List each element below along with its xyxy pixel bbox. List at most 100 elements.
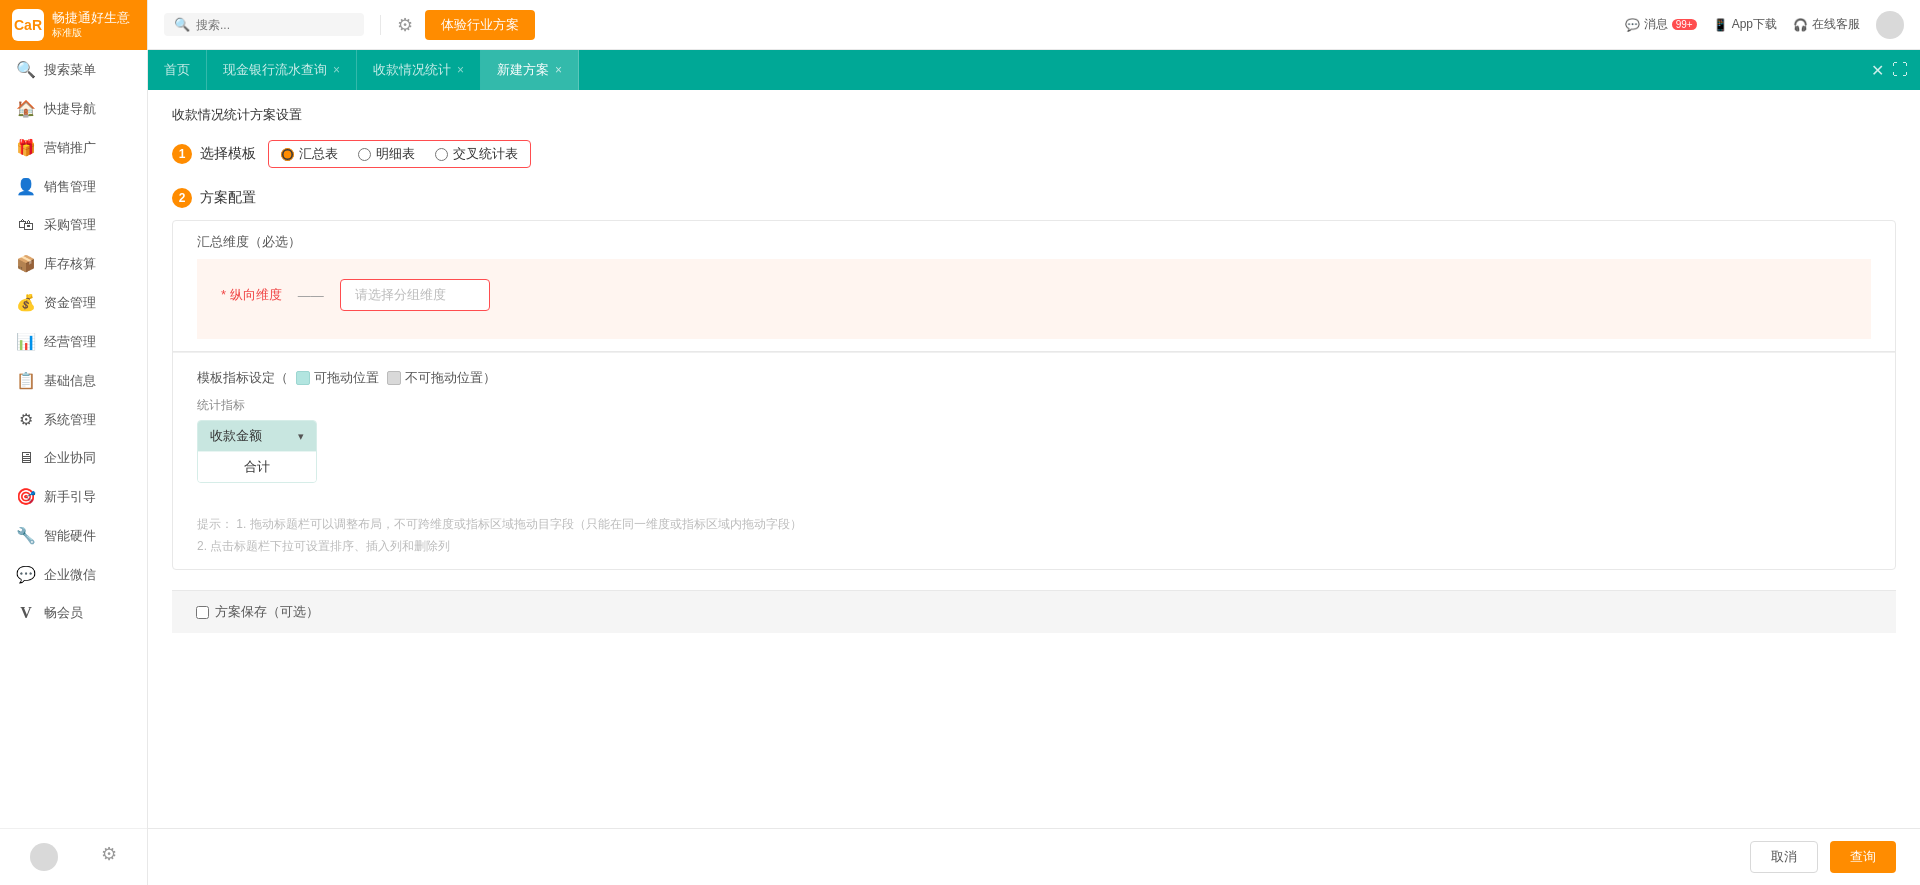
wechat-icon: 💬 (16, 565, 36, 584)
page-title: 收款情况统计方案设置 (172, 106, 1896, 124)
purchase-icon: 🛍 (16, 216, 36, 234)
section1-title: 选择模板 (200, 145, 256, 163)
radio-detail[interactable]: 明细表 (358, 145, 415, 163)
list-icon: 📋 (16, 371, 36, 390)
section1-num: 1 (172, 144, 192, 164)
sidebar-item-quicknav[interactable]: 🏠 快捷导航 (0, 89, 147, 128)
tip1: 提示： 1. 拖动标题栏可以调整布局，不可跨维度或指标区域拖动目字段（只能在同一… (197, 514, 1871, 536)
radio-cross-input[interactable] (435, 148, 448, 161)
search-input[interactable] (196, 18, 336, 32)
tab-new-plan[interactable]: 新建方案 × (481, 50, 579, 90)
cancel-button[interactable]: 取消 (1750, 841, 1818, 873)
topbar: 🔍 ⚙ 体验行业方案 💬 消息 99+ 📱 App下载 🎧 在线客服 (148, 0, 1920, 50)
sidebar-item-sales[interactable]: 👤 销售管理 (0, 167, 147, 206)
guide-icon: 🎯 (16, 487, 36, 506)
topbar-right: 💬 消息 99+ 📱 App下载 🎧 在线客服 (1625, 11, 1904, 39)
draggable-legend-box (296, 371, 310, 385)
save-plan-checkbox[interactable]: 方案保存（可选） (196, 603, 319, 621)
sidebar-settings[interactable]: ⚙ (101, 843, 117, 871)
tabbar: 首页 现金银行流水查询 × 收款情况统计 × 新建方案 × ✕ ⛶ (148, 50, 1920, 90)
dimension-selector[interactable]: 请选择分组维度 (340, 279, 490, 311)
save-plan-input[interactable] (196, 606, 209, 619)
section2-title: 方案配置 (200, 189, 256, 207)
sidebar-item-guide[interactable]: 🎯 新手引导 (0, 477, 147, 516)
maximize-icon[interactable]: ⛶ (1892, 61, 1908, 79)
query-button[interactable]: 查询 (1830, 841, 1896, 873)
sidebar-item-purchase[interactable]: 🛍 采购管理 (0, 206, 147, 244)
tab-receipt-stats[interactable]: 收款情况统计 × (357, 50, 481, 90)
tip2: 2. 点击标题栏下拉可设置排序、插入列和删除列 (197, 536, 1871, 558)
stat-table-header[interactable]: 收款金额 ▾ (198, 421, 316, 451)
headset-icon: 🎧 (1793, 18, 1808, 32)
close-tab-receipt-icon[interactable]: × (457, 63, 464, 77)
stat-label: 统计指标 (197, 397, 1871, 414)
user-icon: 👤 (16, 177, 36, 196)
hardware-icon: 🔧 (16, 526, 36, 545)
sidebar-item-inventory[interactable]: 📦 库存核算 (0, 244, 147, 283)
dimension-row-label: * 纵向维度 (221, 286, 282, 304)
legend-non-draggable: 不可拖动位置） (387, 369, 496, 387)
message-badge: 99+ (1672, 19, 1697, 30)
sidebar-item-search[interactable]: 🔍 搜索菜单 (0, 50, 147, 89)
messages-item[interactable]: 💬 消息 99+ (1625, 16, 1697, 33)
indicator-section: 模板指标设定（ 可拖动位置 不可拖动位置） (173, 352, 1895, 502)
gear-icon: ⚙ (16, 410, 36, 429)
sidebar-item-hardware[interactable]: 🔧 智能硬件 (0, 516, 147, 555)
radio-detail-input[interactable] (358, 148, 371, 161)
sidebar-logo: CaR 畅捷通好生意 标准版 (0, 0, 147, 50)
tabbar-spacer (579, 50, 1859, 90)
footer-section: 方案保存（可选） (172, 590, 1896, 633)
gift-icon: 🎁 (16, 138, 36, 157)
sidebar-item-marketing[interactable]: 🎁 营销推广 (0, 128, 147, 167)
box-icon: 📦 (16, 254, 36, 273)
minimize-icon[interactable]: ✕ (1871, 61, 1884, 80)
page-content: 收款情况统计方案设置 1 选择模板 汇总表 明细表 (148, 90, 1920, 828)
search-box[interactable]: 🔍 (164, 13, 364, 36)
member-icon: V (16, 604, 36, 622)
radio-summary[interactable]: 汇总表 (281, 145, 338, 163)
sidebar-item-finance[interactable]: 💰 资金管理 (0, 283, 147, 322)
section1-header: 1 选择模板 汇总表 明细表 交叉统计表 (172, 140, 1896, 168)
stat-area: 统计指标 收款金额 ▾ 合计 (197, 397, 1871, 486)
sidebar-user-avatar[interactable] (30, 843, 58, 871)
sidebar-item-wechat[interactable]: 💬 企业微信 (0, 555, 147, 594)
app-logo-icon: CaR (12, 9, 44, 41)
topbar-divider (380, 15, 381, 35)
window-controls: ✕ ⛶ (1859, 50, 1920, 90)
home-icon: 🏠 (16, 99, 36, 118)
dimension-row: * 纵向维度 —— 请选择分组维度 (221, 279, 1847, 311)
trial-industry-button[interactable]: 体验行业方案 (425, 10, 535, 40)
chevron-down-icon: ▾ (298, 430, 304, 443)
sidebar-item-member[interactable]: V 畅会员 (0, 594, 147, 632)
settings-gear-icon[interactable]: ⚙ (397, 14, 413, 36)
dimension-box: * 纵向维度 —— 请选择分组维度 (197, 259, 1871, 339)
sidebar-item-basics[interactable]: 📋 基础信息 (0, 361, 147, 400)
money-icon: 💰 (16, 293, 36, 312)
section-template: 1 选择模板 汇总表 明细表 交叉统计表 (172, 140, 1896, 168)
sidebar-bottom: ⚙ (0, 828, 147, 885)
legend-draggable: 可拖动位置 (296, 369, 379, 387)
section2-header: 2 方案配置 (172, 188, 1896, 208)
search-nav-icon: 🔍 (16, 60, 36, 79)
online-service-item[interactable]: 🎧 在线客服 (1793, 16, 1860, 33)
search-icon: 🔍 (174, 17, 190, 32)
radio-cross[interactable]: 交叉统计表 (435, 145, 518, 163)
close-tab-bank-icon[interactable]: × (333, 63, 340, 77)
sidebar-item-system[interactable]: ⚙ 系统管理 (0, 400, 147, 439)
sidebar-item-enterprise[interactable]: 🖥 企业协同 (0, 439, 147, 477)
content-area: 收款情况统计方案设置 1 选择模板 汇总表 明细表 (148, 90, 1920, 828)
app-download-item[interactable]: 📱 App下载 (1713, 16, 1777, 33)
tab-home[interactable]: 首页 (148, 50, 207, 90)
dimension-title: 汇总维度（必选） (197, 233, 1871, 251)
sidebar-item-operations[interactable]: 📊 经营管理 (0, 322, 147, 361)
indicator-label: 模板指标设定（ 可拖动位置 不可拖动位置） (197, 369, 1871, 387)
close-tab-new-plan-icon[interactable]: × (555, 63, 562, 77)
stat-table-cell: 合计 (198, 451, 316, 482)
monitor-icon: 🖥 (16, 449, 36, 467)
section2-num: 2 (172, 188, 192, 208)
main-area: 🔍 ⚙ 体验行业方案 💬 消息 99+ 📱 App下载 🎧 在线客服 (148, 0, 1920, 885)
user-avatar[interactable] (1876, 11, 1904, 39)
radio-summary-input[interactable] (281, 148, 294, 161)
tab-bank-flow[interactable]: 现金银行流水查询 × (207, 50, 357, 90)
chart-icon: 📊 (16, 332, 36, 351)
